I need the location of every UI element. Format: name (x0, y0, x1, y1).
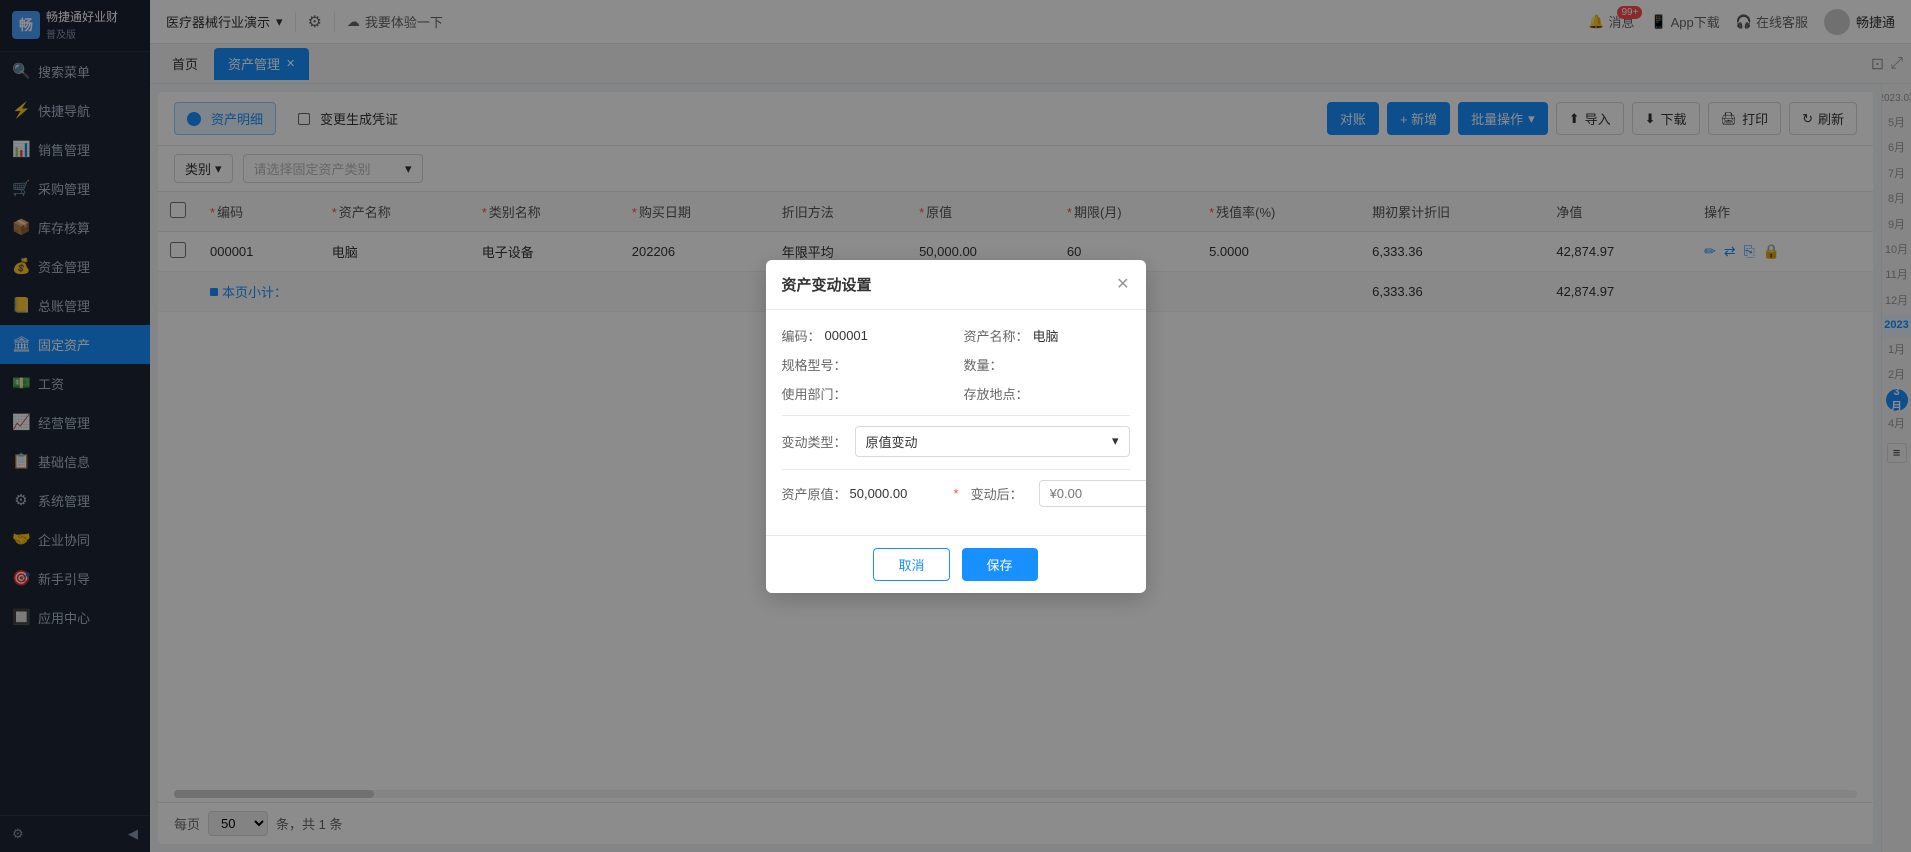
after-change-input[interactable] (1039, 480, 1146, 507)
save-button[interactable]: 保存 (962, 548, 1038, 581)
after-change-label: 变动后： (971, 484, 1031, 503)
change-type-label: 变动类型： (782, 432, 847, 451)
modal-divider (782, 415, 1130, 416)
modal-code-field: 编码： 000001 (782, 326, 948, 345)
modal-change-type-row: 变动类型： 原值变动 ▾ (782, 426, 1130, 457)
required-star: * (954, 486, 959, 501)
cancel-button[interactable]: 取消 (873, 548, 949, 581)
chevron-down-icon: ▾ (1112, 433, 1119, 449)
modal-location-field: 存放地点： (964, 384, 1130, 403)
modal-body: 编码： 000001 资产名称： 电脑 规格型号： 数量： 使用部门： (766, 310, 1146, 535)
modal-footer: 取消 保存 (766, 535, 1146, 593)
modal-title: 资产变动设置 (782, 274, 872, 295)
modal-dept-field: 使用部门： (782, 384, 948, 403)
modal-name-value: 电脑 (1033, 326, 1059, 345)
modal-name-field: 资产名称： 电脑 (964, 326, 1130, 345)
change-type-value: 原值变动 (866, 432, 918, 451)
asset-change-modal: 资产变动设置 ✕ 编码： 000001 资产名称： 电脑 规格型号： 数量： (766, 260, 1146, 593)
modal-close-button[interactable]: ✕ (1116, 274, 1129, 294)
modal-divider-2 (782, 469, 1130, 470)
modal-header: 资产变动设置 ✕ (766, 260, 1146, 310)
modal-spec-field: 规格型号： (782, 355, 948, 374)
change-type-select[interactable]: 原值变动 ▾ (855, 426, 1130, 457)
modal-original-value-row: 资产原值： 50,000.00 * 变动后： (782, 480, 1130, 507)
modal-info-section: 编码： 000001 资产名称： 电脑 规格型号： 数量： 使用部门： (782, 326, 1130, 403)
modal-code-value: 000001 (825, 328, 868, 343)
original-value-label: 资产原值： (782, 484, 842, 503)
original-value-display: 50,000.00 (850, 486, 930, 501)
modal-overlay: 资产变动设置 ✕ 编码： 000001 资产名称： 电脑 规格型号： 数量： (0, 0, 1911, 852)
modal-quantity-field: 数量： (964, 355, 1130, 374)
